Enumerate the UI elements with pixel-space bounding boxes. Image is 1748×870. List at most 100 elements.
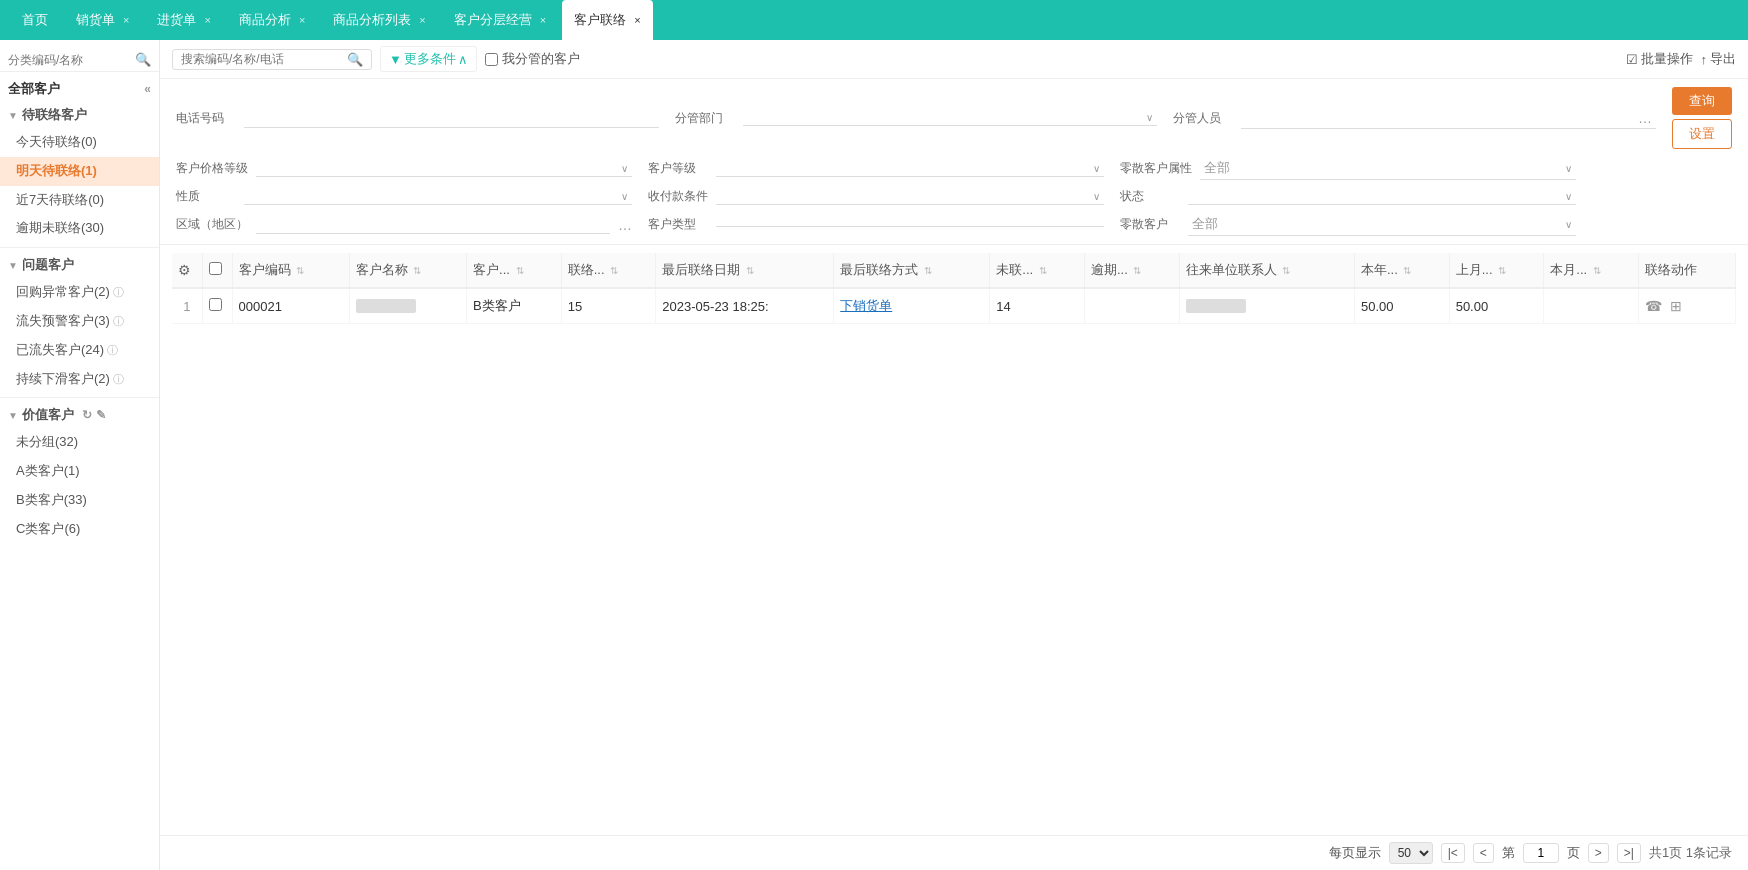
this-month-sort-icon[interactable]: ⇅ xyxy=(1593,265,1601,276)
th-contact-person: 往来单位联系人 ⇅ xyxy=(1179,253,1354,288)
export-btn[interactable]: ↑ 导出 xyxy=(1701,50,1737,68)
setting-btn[interactable]: 设置 xyxy=(1672,119,1732,149)
nav-close-purchase-order[interactable]: × xyxy=(204,14,210,26)
filter-actions: 查询 设置 xyxy=(1672,87,1732,149)
filter-payment: 收付款条件 ∨ xyxy=(648,188,1104,205)
sidebar-item-today-contact[interactable]: 今天待联络(0) xyxy=(0,128,159,157)
retail-select[interactable]: 全部 ∨ xyxy=(1188,213,1576,236)
sidebar-item-tomorrow-contact[interactable]: 明天待联络(1) xyxy=(0,157,159,186)
nav-close-customer-segmentation[interactable]: × xyxy=(540,14,546,26)
next-page-btn[interactable]: > xyxy=(1588,843,1609,863)
nav-close-customer-contact[interactable]: × xyxy=(634,14,640,26)
sidebar-group-value[interactable]: ▼ 价值客户 ↻ ✎ xyxy=(0,402,159,428)
nav-close-product-analysis[interactable]: × xyxy=(299,14,305,26)
gear-settings-icon[interactable]: ⚙ xyxy=(178,262,191,278)
more-conditions-btn[interactable]: ▼ 更多条件 ∧ xyxy=(380,46,477,72)
sidebar-item-churn-warning[interactable]: 流失预警客户(3) ⓘ xyxy=(0,307,159,336)
sidebar-item-abnormal-repurchase[interactable]: 回购异常客户(2) ⓘ xyxy=(0,278,159,307)
problem-triangle-icon: ▼ xyxy=(8,260,18,271)
phone-action-icon[interactable]: ☎ xyxy=(1645,298,1662,314)
price-level-dropdown-icon: ∨ xyxy=(621,163,628,174)
retail-attr-select[interactable]: 全部 ∨ xyxy=(1200,157,1576,180)
refresh-icon[interactable]: ↻ xyxy=(82,408,92,422)
info-icon-4: ⓘ xyxy=(113,373,124,385)
contact-person-sort-icon[interactable]: ⇅ xyxy=(1282,265,1290,276)
cust-level-dropdown-icon: ∨ xyxy=(1093,163,1100,174)
overdue-sort-icon[interactable]: ⇅ xyxy=(1133,265,1141,276)
nav-sales-order[interactable]: 销货单 × xyxy=(64,0,141,40)
value-triangle-icon: ▼ xyxy=(8,410,18,421)
type-sort-icon[interactable]: ⇅ xyxy=(516,265,524,276)
query-btn[interactable]: 查询 xyxy=(1672,87,1732,115)
all-customers-header[interactable]: 全部客户 « xyxy=(0,76,159,102)
cust-type-select[interactable] xyxy=(716,222,1104,227)
sidebar-item-class-a[interactable]: A类客户(1) xyxy=(0,457,159,486)
nav-customer-segmentation[interactable]: 客户分层经营 × xyxy=(442,0,558,40)
sidebar-item-class-c[interactable]: C类客户(6) xyxy=(0,515,159,544)
search-input[interactable] xyxy=(181,52,343,66)
sidebar-item-declining[interactable]: 持续下滑客户(2) ⓘ xyxy=(0,365,159,394)
nav-customer-contact[interactable]: 客户联络 × xyxy=(562,0,652,40)
table-row: 1 000021 ███ B类客户 xyxy=(172,288,1736,324)
sidebar-item-ungrouped[interactable]: 未分组(32) xyxy=(0,428,159,457)
sidebar: 🔍 全部客户 « ▼ 待联络客户 今天待联络(0) 明天待联络(1) 近7天待联… xyxy=(0,40,160,870)
nav-close-product-analysis-list[interactable]: × xyxy=(419,14,425,26)
filter-cust-level: 客户等级 ∨ xyxy=(648,160,1104,177)
sidebar-group-pending[interactable]: ▼ 待联络客户 xyxy=(0,102,159,128)
person-select[interactable]: … xyxy=(1241,108,1656,129)
grid-action-icon[interactable]: ⊞ xyxy=(1670,298,1682,314)
sidebar-search-icon[interactable]: 🔍 xyxy=(135,52,151,67)
region-more-icon[interactable]: … xyxy=(618,217,632,233)
phone-input[interactable] xyxy=(244,109,659,128)
this-year-sort-icon[interactable]: ⇅ xyxy=(1403,265,1411,276)
th-last-contact-method: 最后联络方式 ⇅ xyxy=(834,253,990,288)
sidebar-search-input[interactable] xyxy=(8,53,131,67)
advanced-filter-panel: 电话号码 分管部门 ∨ 分管人员 … xyxy=(160,79,1748,245)
sidebar-item-churned[interactable]: 已流失客户(24) ⓘ xyxy=(0,336,159,365)
per-page-select[interactable]: 50 xyxy=(1389,842,1433,864)
sidebar-item-overdue-contact[interactable]: 逾期未联络(30) xyxy=(0,214,159,243)
row-last-contact-method[interactable]: 下销货单 xyxy=(834,288,990,324)
my-customers-checkbox[interactable] xyxy=(485,53,498,66)
region-input[interactable] xyxy=(256,215,610,234)
price-level-select[interactable]: ∨ xyxy=(256,161,632,177)
name-sort-icon[interactable]: ⇅ xyxy=(413,265,421,276)
nav-home[interactable]: 首页 xyxy=(10,0,60,40)
action-icons-group: ☎ ⊞ xyxy=(1645,298,1729,314)
search-icon[interactable]: 🔍 xyxy=(347,52,363,67)
per-page-label: 每页显示 xyxy=(1329,844,1381,862)
last-date-sort-icon[interactable]: ⇅ xyxy=(746,265,754,276)
prev-page-btn[interactable]: < xyxy=(1473,843,1494,863)
status-select[interactable]: ∨ xyxy=(1188,189,1576,205)
person-more-icon[interactable]: … xyxy=(1638,110,1652,126)
right-content: 🔍 ▼ 更多条件 ∧ 我分管的客户 ☑ 批量操作 ↑ 导出 xyxy=(160,40,1748,870)
last-page-btn[interactable]: >| xyxy=(1617,843,1641,863)
nav-product-analysis-list[interactable]: 商品分析列表 × xyxy=(321,0,437,40)
row-name[interactable]: ███ xyxy=(349,288,466,324)
row-checkbox[interactable] xyxy=(209,298,222,311)
batch-action-btn[interactable]: ☑ 批量操作 xyxy=(1626,50,1693,68)
edit-icon[interactable]: ✎ xyxy=(96,408,106,422)
first-page-btn[interactable]: |< xyxy=(1441,843,1465,863)
cust-level-select[interactable]: ∨ xyxy=(716,161,1104,177)
sidebar-group-problem[interactable]: ▼ 问题客户 xyxy=(0,252,159,278)
sidebar-item-class-b[interactable]: B类客户(33) xyxy=(0,486,159,515)
last-method-sort-icon[interactable]: ⇅ xyxy=(924,265,932,276)
select-all-checkbox[interactable] xyxy=(209,262,222,275)
sidebar-item-week-contact[interactable]: 近7天待联络(0) xyxy=(0,186,159,215)
nav-close-sales-order[interactable]: × xyxy=(123,14,129,26)
last-month-sort-icon[interactable]: ⇅ xyxy=(1498,265,1506,276)
payment-select[interactable]: ∨ xyxy=(716,189,1104,205)
no-contact-sort-icon[interactable]: ⇅ xyxy=(1039,265,1047,276)
page-input[interactable] xyxy=(1523,843,1559,863)
retail-dropdown-icon: ∨ xyxy=(1565,219,1572,230)
sidebar-collapse-icon[interactable]: « xyxy=(144,82,151,96)
dept-select[interactable]: ∨ xyxy=(743,110,1158,126)
nature-select[interactable]: ∨ xyxy=(244,189,632,205)
code-sort-icon[interactable]: ⇅ xyxy=(296,265,304,276)
th-last-contact-date: 最后联络日期 ⇅ xyxy=(656,253,834,288)
contact-count-sort-icon[interactable]: ⇅ xyxy=(610,265,618,276)
nav-purchase-order[interactable]: 进货单 × xyxy=(145,0,222,40)
nav-product-analysis[interactable]: 商品分析 × xyxy=(227,0,317,40)
search-box[interactable]: 🔍 xyxy=(172,49,372,70)
